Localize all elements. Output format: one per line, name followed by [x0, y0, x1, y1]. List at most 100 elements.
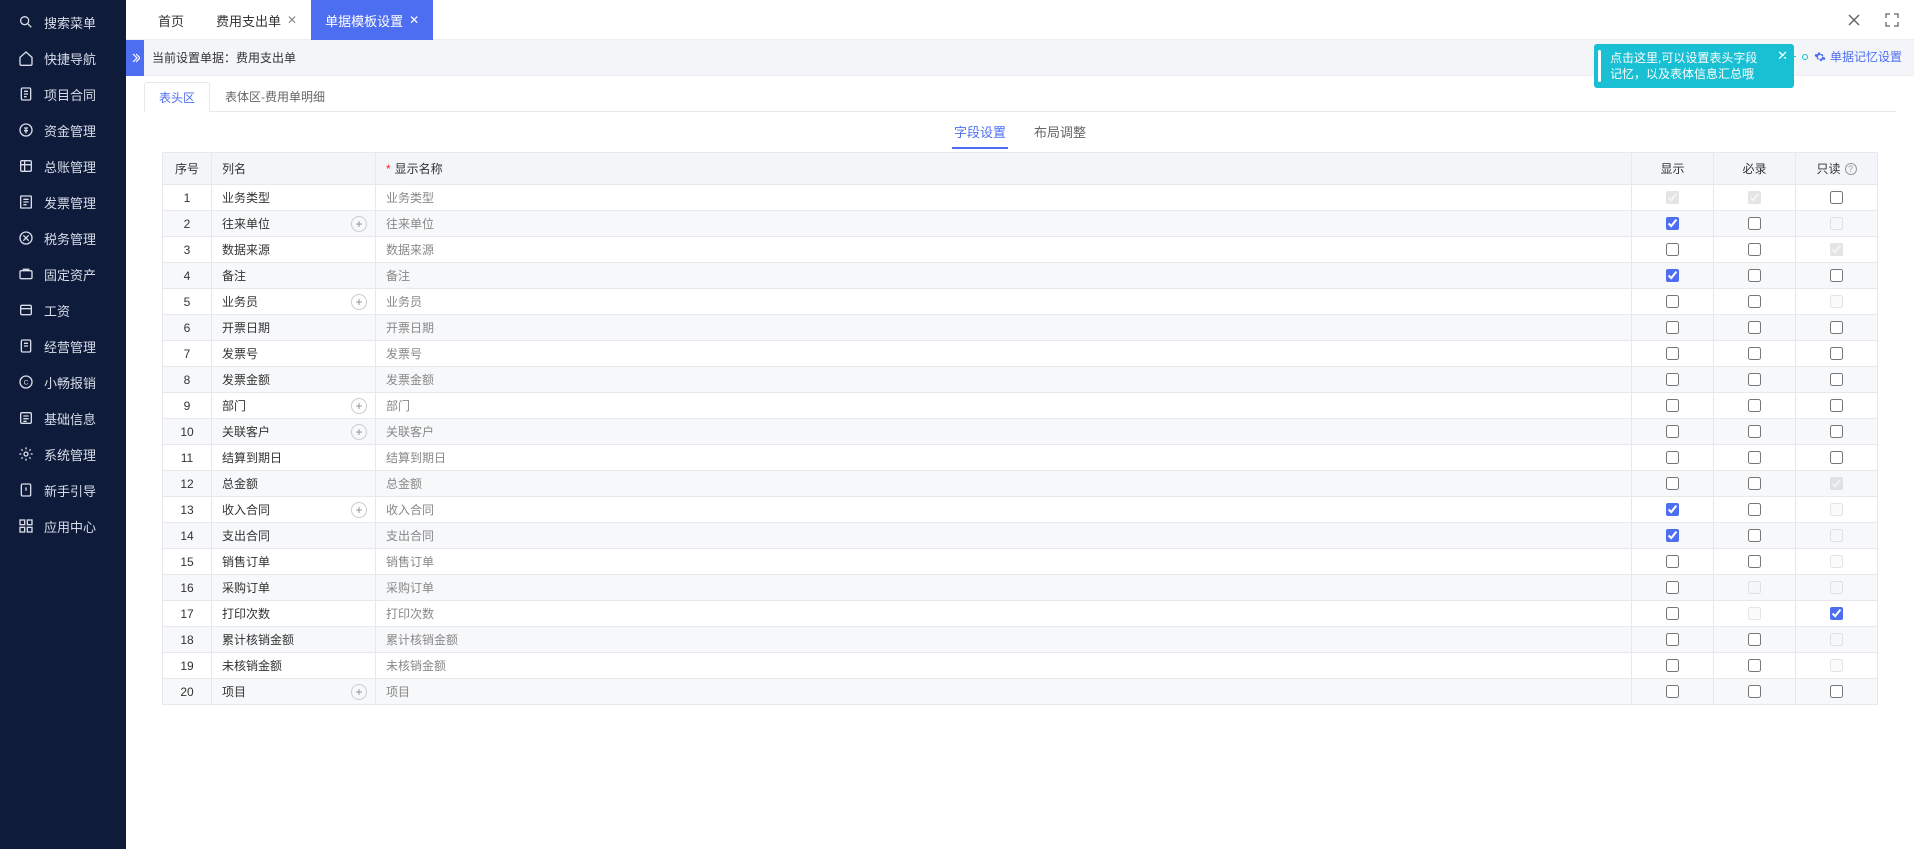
tab-单据模板设置[interactable]: 单据模板设置✕	[311, 0, 433, 40]
tab-费用支出单[interactable]: 费用支出单✕	[202, 0, 311, 40]
show-checkbox[interactable]	[1666, 451, 1679, 464]
collapse-toggle[interactable]	[126, 40, 144, 76]
readonly-checkbox[interactable]	[1830, 191, 1843, 204]
show-checkbox[interactable]	[1666, 217, 1679, 230]
show-checkbox[interactable]	[1666, 633, 1679, 646]
add-icon[interactable]: +	[351, 684, 367, 700]
row-display-name[interactable]: 发票号	[375, 341, 1631, 366]
sidebar-item-coin[interactable]: 资金管理	[0, 112, 126, 148]
sidebar-item-invoice[interactable]: 发票管理	[0, 184, 126, 220]
row-display-name[interactable]: 备注	[375, 263, 1631, 288]
show-checkbox[interactable]	[1666, 581, 1679, 594]
help-icon[interactable]: ?	[1845, 163, 1857, 175]
readonly-checkbox[interactable]	[1830, 347, 1843, 360]
row-display-name[interactable]: 开票日期	[375, 315, 1631, 340]
readonly-checkbox[interactable]	[1830, 451, 1843, 464]
row-display-name[interactable]: 业务员	[375, 289, 1631, 314]
tab-首页[interactable]: 首页	[140, 0, 202, 40]
row-display-name[interactable]: 业务类型	[375, 185, 1631, 210]
required-checkbox[interactable]	[1748, 685, 1761, 698]
add-icon[interactable]: +	[351, 294, 367, 310]
readonly-checkbox[interactable]	[1830, 425, 1843, 438]
show-checkbox[interactable]	[1666, 555, 1679, 568]
row-display-name[interactable]: 收入合同	[375, 497, 1631, 522]
tab-close-icon[interactable]: ✕	[287, 13, 297, 27]
required-checkbox[interactable]	[1748, 217, 1761, 230]
sidebar-item-biz[interactable]: 经营管理	[0, 328, 126, 364]
required-checkbox[interactable]	[1748, 295, 1761, 308]
show-checkbox[interactable]	[1666, 321, 1679, 334]
row-display-name[interactable]: 未核销金额	[375, 653, 1631, 678]
required-checkbox[interactable]	[1748, 269, 1761, 282]
sidebar-item-doc[interactable]: 项目合同	[0, 76, 126, 112]
required-checkbox[interactable]	[1748, 659, 1761, 672]
row-display-name[interactable]: 总金额	[375, 471, 1631, 496]
tab-close-icon[interactable]: ✕	[409, 13, 419, 27]
add-icon[interactable]: +	[351, 216, 367, 232]
memory-settings-link[interactable]: 单据记忆设置	[1756, 48, 1902, 65]
show-checkbox[interactable]	[1666, 529, 1679, 542]
show-checkbox[interactable]	[1666, 243, 1679, 256]
row-display-name[interactable]: 累计核销金额	[375, 627, 1631, 652]
readonly-checkbox[interactable]	[1830, 269, 1843, 282]
add-icon[interactable]: +	[351, 424, 367, 440]
sidebar-item-asset[interactable]: 固定资产	[0, 256, 126, 292]
sidebar-item-salary[interactable]: 工资	[0, 292, 126, 328]
show-checkbox[interactable]	[1666, 373, 1679, 386]
row-display-name[interactable]: 往来单位	[375, 211, 1631, 236]
row-display-name[interactable]: 项目	[375, 679, 1631, 704]
required-checkbox[interactable]	[1748, 477, 1761, 490]
sidebar-item-app[interactable]: 应用中心	[0, 508, 126, 544]
required-checkbox[interactable]	[1748, 633, 1761, 646]
close-page-button[interactable]	[1840, 6, 1868, 34]
show-checkbox[interactable]	[1666, 399, 1679, 412]
sidebar-item-xc[interactable]: C小畅报销	[0, 364, 126, 400]
required-checkbox[interactable]	[1748, 399, 1761, 412]
required-checkbox[interactable]	[1748, 503, 1761, 516]
readonly-checkbox[interactable]	[1830, 685, 1843, 698]
required-checkbox[interactable]	[1748, 347, 1761, 360]
row-display-name[interactable]: 结算到期日	[375, 445, 1631, 470]
required-checkbox[interactable]	[1748, 425, 1761, 438]
row-display-name[interactable]: 打印次数	[375, 601, 1631, 626]
required-checkbox[interactable]	[1748, 529, 1761, 542]
row-display-name[interactable]: 关联客户	[375, 419, 1631, 444]
row-display-name[interactable]: 数据来源	[375, 237, 1631, 262]
readonly-checkbox[interactable]	[1830, 373, 1843, 386]
readonly-checkbox[interactable]	[1830, 607, 1843, 620]
fullscreen-button[interactable]	[1878, 6, 1906, 34]
show-checkbox[interactable]	[1666, 503, 1679, 516]
sidebar-item-sys[interactable]: 系统管理	[0, 436, 126, 472]
mode-tab[interactable]: 布局调整	[1032, 116, 1088, 149]
readonly-checkbox[interactable]	[1830, 321, 1843, 334]
required-checkbox[interactable]	[1748, 243, 1761, 256]
show-checkbox[interactable]	[1666, 269, 1679, 282]
area-tab[interactable]: 表体区-费用单明细	[210, 81, 340, 111]
required-checkbox[interactable]	[1748, 373, 1761, 386]
required-checkbox[interactable]	[1748, 555, 1761, 568]
show-checkbox[interactable]	[1666, 607, 1679, 620]
row-display-name[interactable]: 销售订单	[375, 549, 1631, 574]
row-display-name[interactable]: 发票金额	[375, 367, 1631, 392]
sidebar-item-info[interactable]: 基础信息	[0, 400, 126, 436]
show-checkbox[interactable]	[1666, 295, 1679, 308]
area-tab[interactable]: 表头区	[144, 82, 210, 112]
mode-tab[interactable]: 字段设置	[952, 116, 1008, 149]
show-checkbox[interactable]	[1666, 477, 1679, 490]
sidebar-item-search[interactable]: 搜索菜单	[0, 4, 126, 40]
required-checkbox[interactable]	[1748, 451, 1761, 464]
show-checkbox[interactable]	[1666, 685, 1679, 698]
required-checkbox[interactable]	[1748, 321, 1761, 334]
readonly-checkbox[interactable]	[1830, 399, 1843, 412]
sidebar-item-ledger[interactable]: 总账管理	[0, 148, 126, 184]
row-display-name[interactable]: 部门	[375, 393, 1631, 418]
sidebar-item-tax[interactable]: 税务管理	[0, 220, 126, 256]
sidebar-item-guide[interactable]: 新手引导	[0, 472, 126, 508]
row-display-name[interactable]: 支出合同	[375, 523, 1631, 548]
row-display-name[interactable]: 采购订单	[375, 575, 1631, 600]
show-checkbox[interactable]	[1666, 347, 1679, 360]
show-checkbox[interactable]	[1666, 659, 1679, 672]
add-icon[interactable]: +	[351, 502, 367, 518]
show-checkbox[interactable]	[1666, 425, 1679, 438]
add-icon[interactable]: +	[351, 398, 367, 414]
